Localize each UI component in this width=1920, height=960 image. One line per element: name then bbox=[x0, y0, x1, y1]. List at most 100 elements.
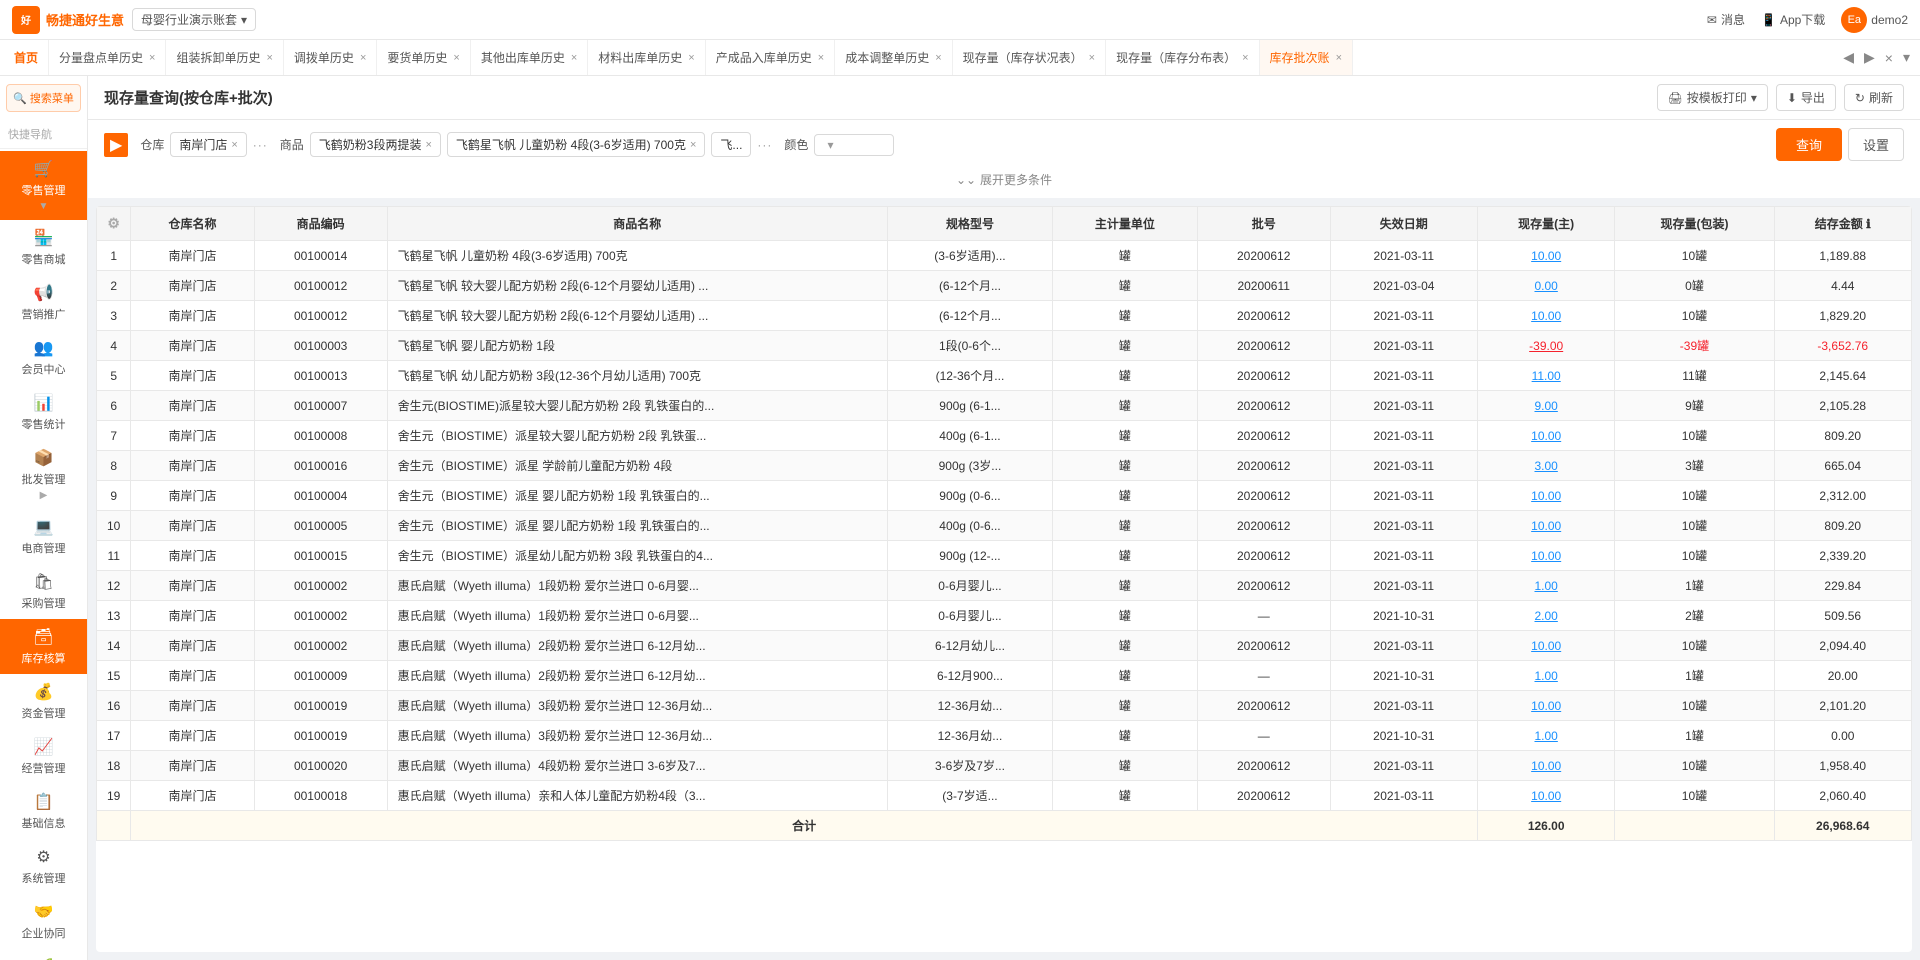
app-download-btn[interactable]: 📱 App下载 bbox=[1761, 11, 1825, 28]
row-qty-main[interactable]: 10.00 bbox=[1477, 481, 1615, 511]
tab-chan-pin[interactable]: 产成品入库单历史 × bbox=[706, 40, 835, 76]
tab-zu-chai[interactable]: 组装拆卸单历史 × bbox=[166, 40, 283, 76]
sidebar-item-retail-stats[interactable]: 📊 零售统计 bbox=[0, 385, 87, 440]
product-tag3[interactable]: 飞... bbox=[711, 132, 751, 157]
sidebar-item-purchase[interactable]: 🛍 采购管理 bbox=[0, 564, 87, 619]
row-unit: 罐 bbox=[1052, 661, 1197, 691]
tab-home[interactable]: 首页 bbox=[4, 40, 49, 76]
query-btn[interactable]: 查询 bbox=[1776, 128, 1842, 161]
close-icon[interactable]: × bbox=[688, 52, 694, 64]
tab-next-icon[interactable]: ▶ bbox=[1860, 47, 1879, 68]
close-icon[interactable]: × bbox=[149, 52, 155, 64]
message-btn[interactable]: ✉ 消息 bbox=[1707, 11, 1745, 28]
row-name: 飞鹤星飞帆 较大婴儿配方奶粉 2段(6-12个月婴幼儿适用) ... bbox=[387, 301, 887, 331]
row-amount: 0.00 bbox=[1774, 721, 1912, 751]
table-row: 1 南岸门店 00100014 飞鹤星飞帆 儿童奶粉 4段(3-6岁适用) 70… bbox=[97, 241, 1912, 271]
sidebar-item-system[interactable]: ⚙ 系统管理 bbox=[0, 839, 87, 894]
color-dropdown[interactable]: ▾ bbox=[814, 134, 894, 156]
row-qty-main[interactable]: 0.00 bbox=[1477, 271, 1615, 301]
tab-cheng-ben[interactable]: 成本调整单历史 × bbox=[835, 40, 952, 76]
tab-qi-ta[interactable]: 其他出库单历史 × bbox=[471, 40, 588, 76]
close-icon[interactable]: × bbox=[1336, 52, 1342, 64]
finance-icon: 💰 bbox=[34, 682, 54, 702]
close-icon[interactable]: × bbox=[935, 52, 941, 64]
row-expire: 2021-03-11 bbox=[1330, 631, 1477, 661]
tab-diao-bo[interactable]: 调拨单历史 × bbox=[284, 40, 377, 76]
sidebar-item-retail-mgmt[interactable]: 🛒 零售管理 ▼ bbox=[0, 151, 87, 220]
row-qty-main[interactable]: 10.00 bbox=[1477, 781, 1615, 811]
row-qty-pkg: 10罐 bbox=[1615, 751, 1774, 781]
tab-ku-pi-ci[interactable]: 库存批次账 × bbox=[1260, 40, 1353, 76]
remove-warehouse-icon[interactable]: × bbox=[231, 139, 237, 151]
sidebar-item-ecommerce[interactable]: 💻 电商管理 bbox=[0, 509, 87, 564]
sidebar-label: 零售管理 bbox=[22, 182, 66, 198]
close-icon[interactable]: × bbox=[1242, 52, 1248, 64]
row-qty-main[interactable]: 11.00 bbox=[1477, 361, 1615, 391]
sidebar-item-marketing[interactable]: 📢 营销推广 bbox=[0, 275, 87, 330]
product-tag2[interactable]: 飞鹤星飞帆 儿童奶粉 4段(3-6岁适用) 700克 × bbox=[447, 132, 705, 157]
refresh-btn[interactable]: ↻ 刷新 bbox=[1844, 84, 1904, 111]
more-filters-icon[interactable]: ··· bbox=[253, 138, 268, 152]
filter-expand-btn[interactable]: ▶ bbox=[104, 133, 128, 157]
row-qty-main[interactable]: 10.00 bbox=[1477, 631, 1615, 661]
row-qty-main[interactable]: 10.00 bbox=[1477, 541, 1615, 571]
row-spec: (3-6岁适用)... bbox=[887, 241, 1052, 271]
industry-select[interactable]: 母婴行业演示账套 ▾ bbox=[132, 8, 256, 31]
sidebar-item-operations[interactable]: 📈 经营管理 bbox=[0, 729, 87, 784]
tab-yao-huo[interactable]: 要货单历史 × bbox=[377, 40, 470, 76]
row-qty-main[interactable]: 2.00 bbox=[1477, 601, 1615, 631]
row-qty-main[interactable]: -39.00 bbox=[1477, 331, 1615, 361]
table-wrapper: ⚙ 仓库名称 商品编码 商品名称 规格型号 主计量单位 批号 失效日期 现存量(… bbox=[96, 206, 1912, 952]
row-qty-pkg: 1罐 bbox=[1615, 721, 1774, 751]
row-qty-main[interactable]: 3.00 bbox=[1477, 451, 1615, 481]
sidebar-item-finance[interactable]: 💰 资金管理 bbox=[0, 674, 87, 729]
col-warehouse: 仓库名称 bbox=[131, 207, 254, 241]
tab-fen-pan[interactable]: 分量盘点单历史 × bbox=[49, 40, 166, 76]
sidebar-item-member[interactable]: 👥 会员中心 bbox=[0, 330, 87, 385]
row-name: 惠氏启赋（Wyeth illuma）2段奶粉 爱尔兰进口 6-12月幼... bbox=[387, 661, 887, 691]
row-qty-main[interactable]: 10.00 bbox=[1477, 421, 1615, 451]
user-profile[interactable]: Ea demo2 bbox=[1841, 7, 1908, 33]
close-icon[interactable]: × bbox=[360, 52, 366, 64]
sidebar-item-basic-info[interactable]: 📋 基础信息 bbox=[0, 784, 87, 839]
tab-menu-icon[interactable]: ▾ bbox=[1899, 47, 1914, 68]
set-btn[interactable]: 设置 bbox=[1848, 128, 1904, 161]
row-qty-main[interactable]: 10.00 bbox=[1477, 691, 1615, 721]
export-btn[interactable]: ⬇ 导出 bbox=[1776, 84, 1836, 111]
row-qty-main[interactable]: 10.00 bbox=[1477, 751, 1615, 781]
tab-close-icon[interactable]: × bbox=[1881, 48, 1897, 68]
setting-icon[interactable]: ⚙ bbox=[107, 215, 120, 231]
more-products-icon[interactable]: ··· bbox=[757, 138, 772, 152]
sidebar-item-retail-shop[interactable]: 🏪 零售商城 bbox=[0, 220, 87, 275]
search-menu-btn[interactable]: 🔍 搜索菜单 bbox=[6, 84, 81, 112]
product-tag1[interactable]: 飞鹤奶粉3段两提装 × bbox=[310, 132, 441, 157]
tab-xian-cun-fbt[interactable]: 现存量（库存分布表） × bbox=[1106, 40, 1259, 76]
warehouse-tag[interactable]: 南岸门店 × bbox=[170, 132, 246, 157]
tab-xian-cun-kzt[interactable]: 现存量（库存状况表） × bbox=[953, 40, 1106, 76]
expand-more-btn[interactable]: ⌄⌄ 展开更多条件 bbox=[104, 171, 1904, 188]
template-print-btn[interactable]: 🖨 按模板打印 ▾ bbox=[1657, 84, 1768, 111]
row-qty-main[interactable]: 10.00 bbox=[1477, 241, 1615, 271]
row-qty-main[interactable]: 1.00 bbox=[1477, 721, 1615, 751]
row-qty-main[interactable]: 9.00 bbox=[1477, 391, 1615, 421]
sidebar-item-new-guide[interactable]: 🌱 新手引导 bbox=[0, 949, 87, 960]
row-qty-main[interactable]: 1.00 bbox=[1477, 571, 1615, 601]
close-icon[interactable]: × bbox=[266, 52, 272, 64]
tab-cai-liao[interactable]: 材料出库单历史 × bbox=[588, 40, 705, 76]
row-qty-main[interactable]: 10.00 bbox=[1477, 301, 1615, 331]
remove-product1-icon[interactable]: × bbox=[425, 139, 431, 151]
product-tag1-text: 飞鹤奶粉3段两提装 bbox=[319, 136, 422, 153]
sidebar-item-inventory[interactable]: 🗃 库存核算 bbox=[0, 619, 87, 674]
tab-prev-icon[interactable]: ◀ bbox=[1839, 47, 1858, 68]
row-qty-main[interactable]: 1.00 bbox=[1477, 661, 1615, 691]
close-icon[interactable]: × bbox=[453, 52, 459, 64]
sidebar-item-batch-mgmt[interactable]: 📦 批发管理 ▶ bbox=[0, 440, 87, 509]
remove-product2-icon[interactable]: × bbox=[690, 139, 696, 151]
close-icon[interactable]: × bbox=[571, 52, 577, 64]
sidebar-item-enterprise[interactable]: 🤝 企业协同 bbox=[0, 894, 87, 949]
refresh-icon: ↻ bbox=[1855, 91, 1865, 105]
col-name: 商品名称 bbox=[387, 207, 887, 241]
row-qty-main[interactable]: 10.00 bbox=[1477, 511, 1615, 541]
close-icon[interactable]: × bbox=[1089, 52, 1095, 64]
close-icon[interactable]: × bbox=[818, 52, 824, 64]
